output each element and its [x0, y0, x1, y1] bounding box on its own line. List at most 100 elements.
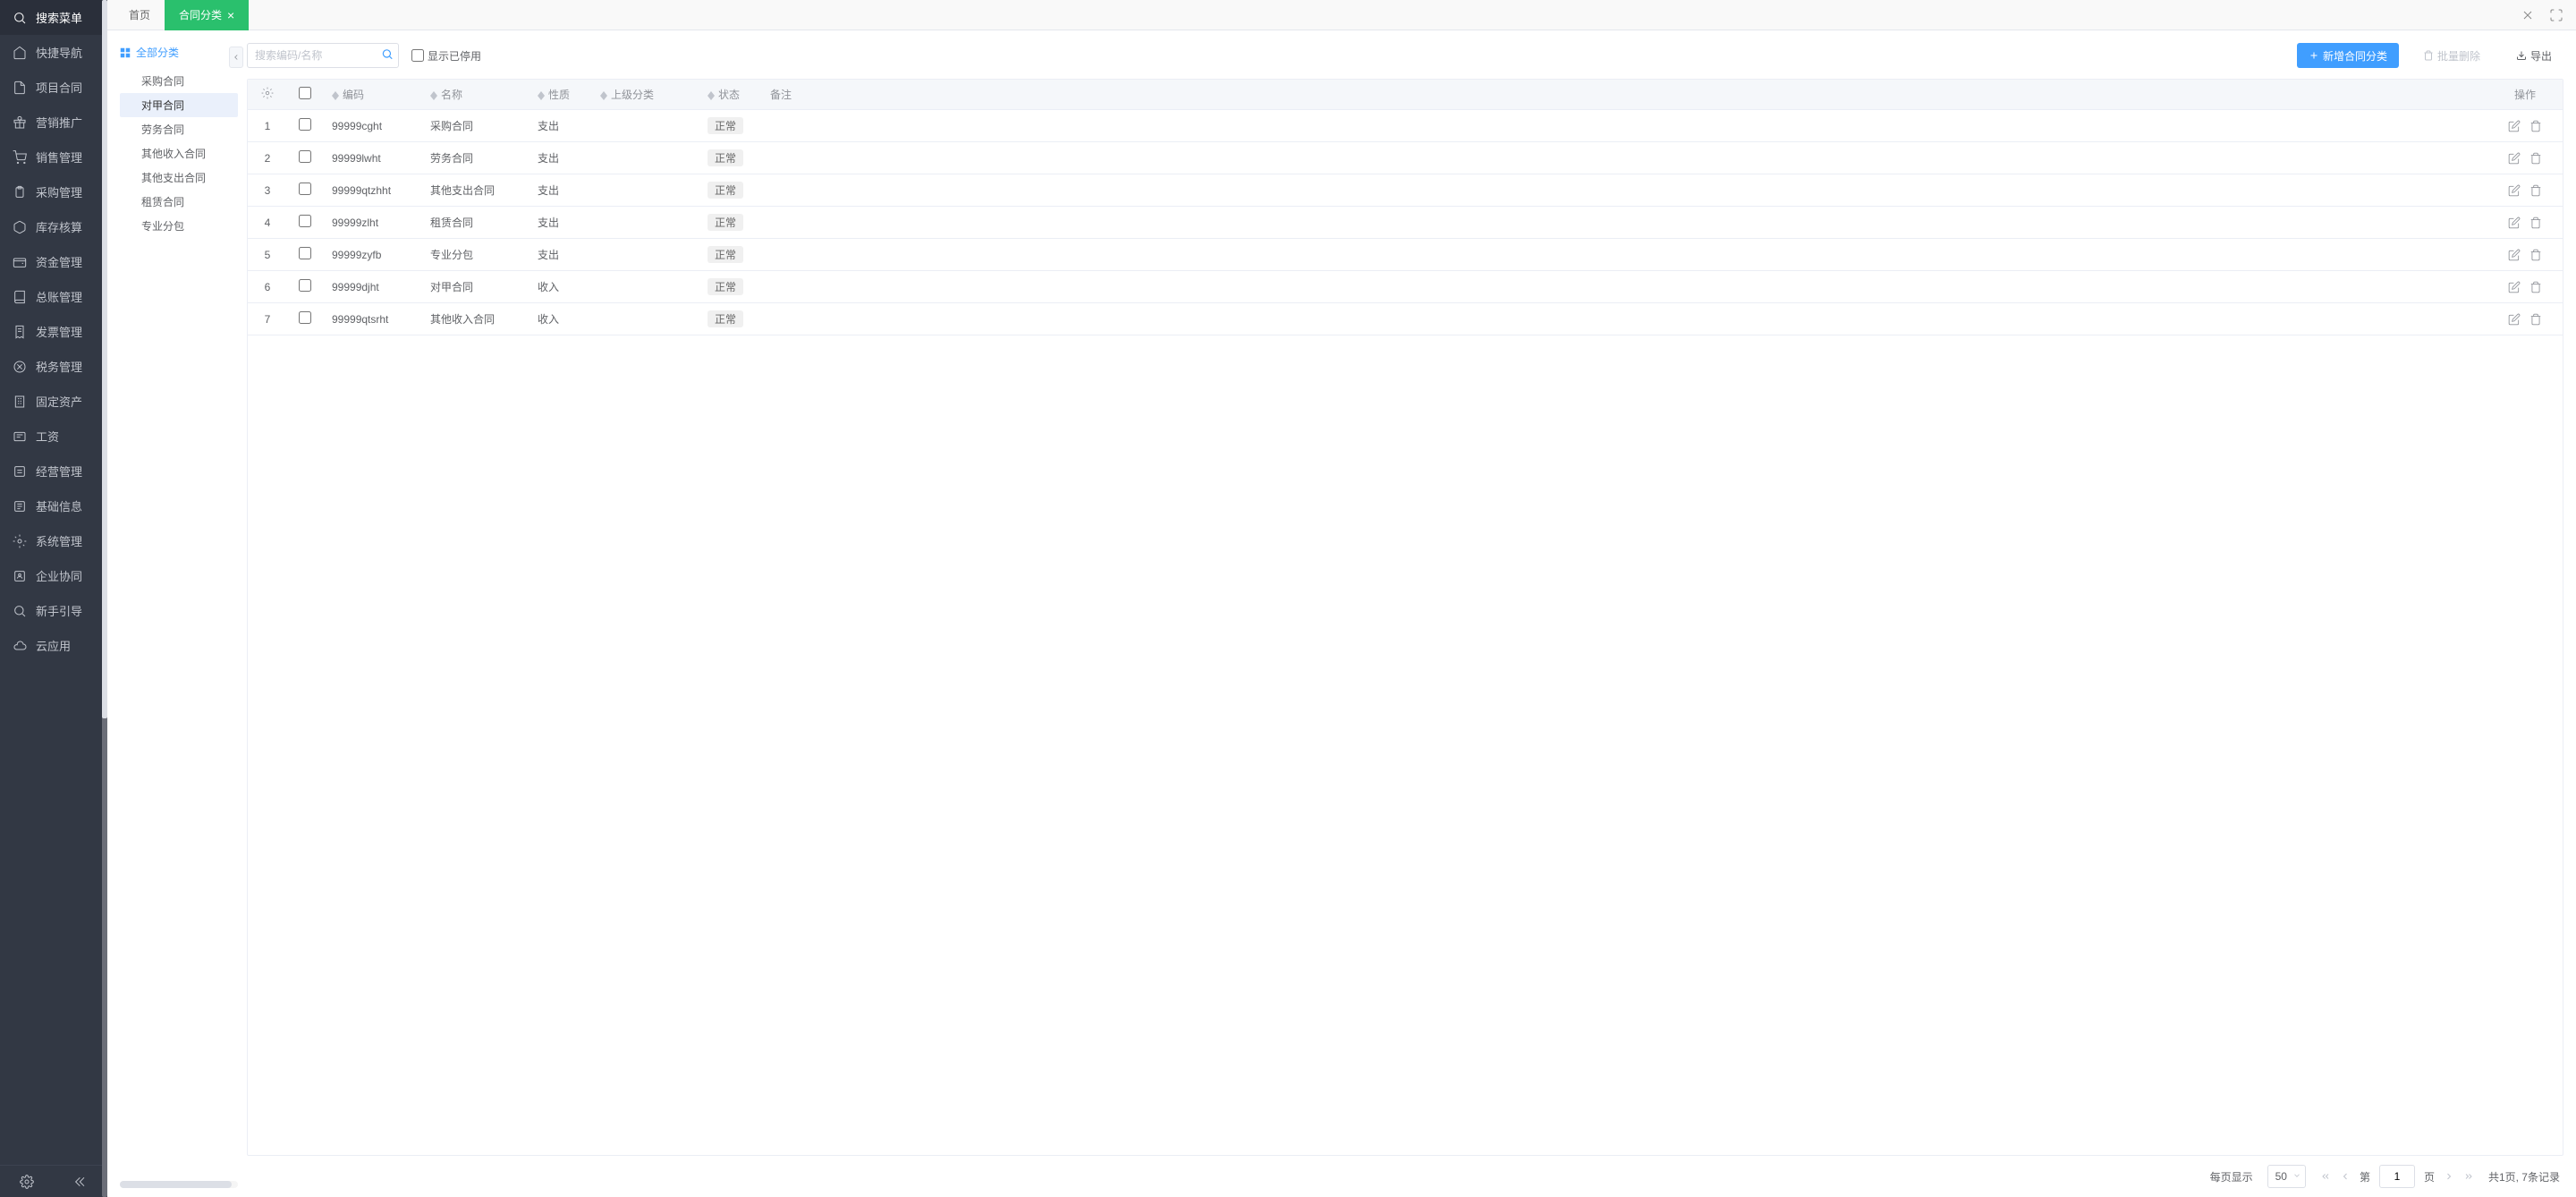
row-checkbox[interactable]: [299, 311, 311, 324]
manage-icon: [13, 464, 27, 479]
close-tab-button[interactable]: [2515, 3, 2540, 28]
edit-icon[interactable]: [2508, 152, 2521, 165]
settings-button[interactable]: [0, 1166, 54, 1197]
tree-item-0[interactable]: 采购合同: [120, 69, 238, 93]
cell-nature: 收入: [529, 303, 591, 335]
sidebar-item-3[interactable]: 营销推广: [0, 105, 107, 140]
export-label: 导出: [2530, 48, 2552, 64]
export-button[interactable]: 导出: [2504, 43, 2563, 68]
sort-icon[interactable]: [430, 91, 437, 100]
cell-remark: [761, 174, 2487, 207]
edit-icon[interactable]: [2508, 216, 2521, 229]
table-row: 799999qtsrht其他收入合同收入正常: [248, 303, 2563, 335]
sidebar-item-11[interactable]: 固定资产: [0, 384, 107, 419]
delete-icon[interactable]: [2529, 313, 2542, 326]
row-checkbox[interactable]: [299, 215, 311, 227]
tree-item-3[interactable]: 其他收入合同: [120, 141, 238, 166]
tree-item-2[interactable]: 劳务合同: [120, 117, 238, 141]
next-page-button[interactable]: [2444, 1171, 2454, 1182]
cell-name: 其他支出合同: [421, 174, 529, 207]
fullscreen-button[interactable]: [2544, 3, 2569, 28]
row-checkbox[interactable]: [299, 279, 311, 292]
collapse-sidebar-button[interactable]: [54, 1166, 107, 1197]
sidebar-item-12[interactable]: 工资: [0, 419, 107, 454]
tab-label: 首页: [129, 7, 150, 22]
row-checkbox[interactable]: [299, 150, 311, 163]
cell-parent: [591, 239, 699, 271]
sidebar-item-17[interactable]: 新手引导: [0, 593, 107, 628]
sort-icon[interactable]: [538, 91, 545, 100]
tree-item-5[interactable]: 租赁合同: [120, 190, 238, 214]
sidebar-item-2[interactable]: 项目合同: [0, 70, 107, 105]
cell-nature: 收入: [529, 271, 591, 303]
delete-icon[interactable]: [2529, 184, 2542, 197]
prev-page-button[interactable]: [2340, 1171, 2351, 1182]
sidebar-item-16[interactable]: 企业协同: [0, 558, 107, 593]
table-row: 299999lwht劳务合同支出正常: [248, 142, 2563, 174]
sidebar-item-9[interactable]: 发票管理: [0, 314, 107, 349]
sidebar-item-6[interactable]: 库存核算: [0, 209, 107, 244]
sort-icon[interactable]: [332, 91, 339, 100]
delete-icon[interactable]: [2529, 281, 2542, 293]
edit-icon[interactable]: [2508, 313, 2521, 326]
row-checkbox[interactable]: [299, 118, 311, 131]
sidebar-item-18[interactable]: 云应用: [0, 628, 107, 663]
row-index: 2: [248, 142, 287, 174]
delete-icon[interactable]: [2529, 216, 2542, 229]
edit-icon[interactable]: [2508, 120, 2521, 132]
sidebar-item-label: 项目合同: [36, 79, 82, 96]
delete-icon[interactable]: [2529, 120, 2542, 132]
tree-item-6[interactable]: 专业分包: [120, 214, 238, 238]
per-page-select[interactable]: 50: [2267, 1165, 2306, 1188]
first-page-button[interactable]: [2320, 1171, 2331, 1182]
row-checkbox[interactable]: [299, 247, 311, 259]
pagination-summary: 共1页, 7条记录: [2488, 1169, 2560, 1184]
sidebar-item-7[interactable]: 资金管理: [0, 244, 107, 279]
edit-icon[interactable]: [2508, 281, 2521, 293]
last-page-button[interactable]: [2463, 1171, 2474, 1182]
add-button-label: 新增合同分类: [2323, 48, 2387, 64]
search-input[interactable]: [247, 43, 399, 68]
batch-delete-button[interactable]: 批量删除: [2411, 43, 2492, 68]
gift-icon: [13, 115, 27, 130]
close-icon[interactable]: ×: [227, 9, 234, 21]
page-number-input[interactable]: [2379, 1165, 2415, 1188]
add-category-button[interactable]: 新增合同分类: [2297, 43, 2399, 68]
tab-0[interactable]: 首页: [114, 0, 165, 30]
tab-1[interactable]: 合同分类×: [165, 0, 249, 30]
search-icon[interactable]: [381, 48, 394, 64]
cell-code: 99999zyfb: [323, 239, 421, 271]
tree-item-4[interactable]: 其他支出合同: [120, 166, 238, 190]
sidebar-item-4[interactable]: 销售管理: [0, 140, 107, 174]
select-all-checkbox[interactable]: [299, 87, 311, 99]
sidebar-item-14[interactable]: 基础信息: [0, 488, 107, 523]
edit-icon[interactable]: [2508, 184, 2521, 197]
delete-icon[interactable]: [2529, 152, 2542, 165]
sidebar-item-8[interactable]: 总账管理: [0, 279, 107, 314]
sidebar-item-13[interactable]: 经营管理: [0, 454, 107, 488]
sidebar: 搜索菜单快捷导航项目合同营销推广销售管理采购管理库存核算资金管理总账管理发票管理…: [0, 0, 107, 1197]
sort-icon[interactable]: [708, 91, 715, 100]
tree-item-1[interactable]: 对甲合同: [120, 93, 238, 117]
sidebar-item-1[interactable]: 快捷导航: [0, 35, 107, 70]
tree-header-all[interactable]: 全部分类: [120, 39, 238, 69]
collapse-tree-button[interactable]: [229, 47, 243, 68]
sidebar-item-0[interactable]: 搜索菜单: [0, 0, 107, 35]
sort-icon[interactable]: [600, 91, 607, 100]
sidebar-item-label: 库存核算: [36, 218, 82, 235]
page-suffix-label: 页: [2424, 1169, 2435, 1184]
cell-remark: [761, 110, 2487, 142]
sidebar-item-label: 云应用: [36, 637, 71, 654]
row-checkbox[interactable]: [299, 183, 311, 195]
tree-horizontal-scrollbar[interactable]: [120, 1181, 238, 1188]
delete-icon[interactable]: [2529, 249, 2542, 261]
show-disabled-checkbox[interactable]: 显示已停用: [411, 48, 481, 64]
edit-icon[interactable]: [2508, 249, 2521, 261]
tree-header-label: 全部分类: [136, 45, 179, 60]
pagination: 每页显示 50 第 页 共1页, 7条记录: [247, 1156, 2563, 1188]
sidebar-item-10[interactable]: 税务管理: [0, 349, 107, 384]
cell-name: 劳务合同: [421, 142, 529, 174]
sidebar-item-5[interactable]: 采购管理: [0, 174, 107, 209]
gear-icon[interactable]: [261, 89, 274, 102]
sidebar-item-15[interactable]: 系统管理: [0, 523, 107, 558]
